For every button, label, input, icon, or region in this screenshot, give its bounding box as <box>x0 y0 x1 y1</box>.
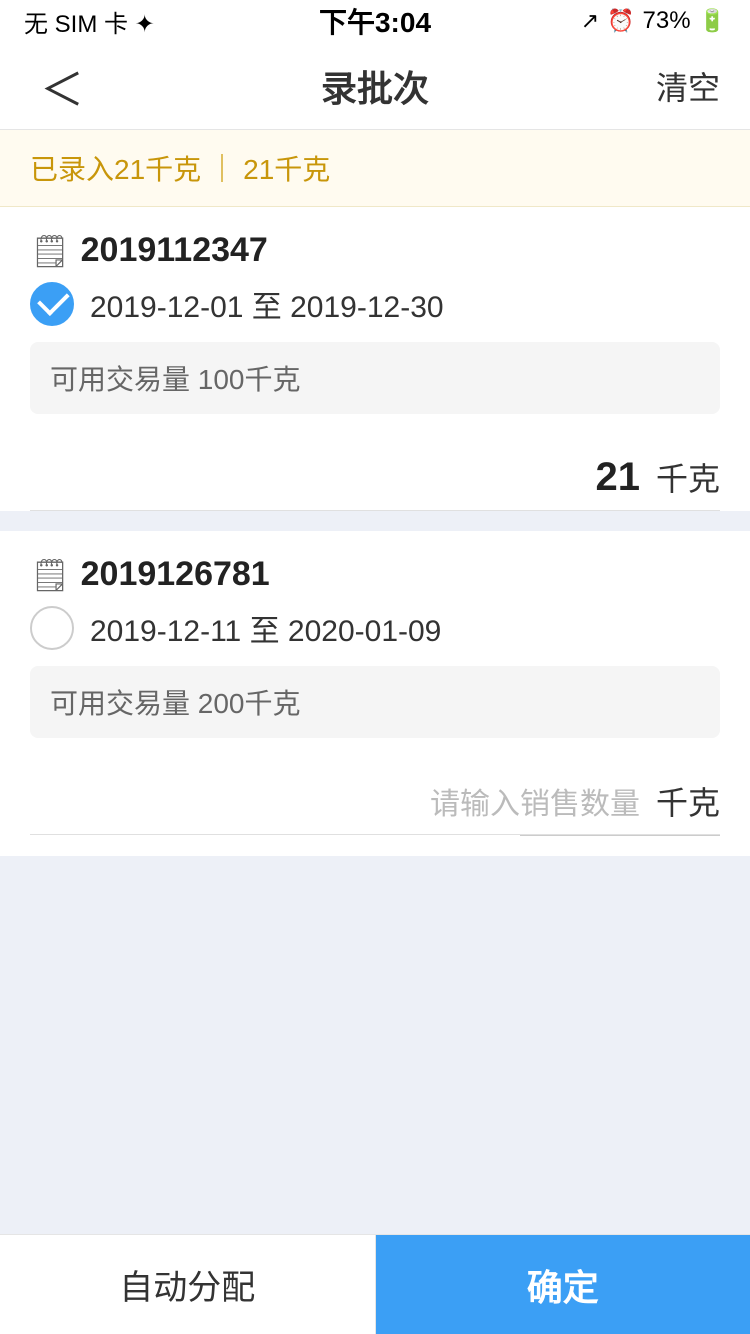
nav-bar: ＜ 录批次 清空 <box>0 42 750 130</box>
sim-status: 无 SIM 卡 ✦ <box>24 4 155 39</box>
batch-checkbox-2[interactable] <box>30 606 74 650</box>
recorded-label: 已录入21千克 <box>30 148 201 188</box>
batch-quantity-row-1: 千克 <box>30 434 720 511</box>
batch-avail-wrapper-1: 可用交易量 100千克 <box>30 342 720 414</box>
status-bar-right: ↗ ⏰ 73% 🔋 <box>581 7 726 35</box>
batch-date-row-2: 2019-12-11 至 2020-01-09 <box>30 606 720 650</box>
footer: 自动分配 确定 <box>0 1234 750 1334</box>
info-divider <box>221 154 223 182</box>
back-button[interactable]: ＜ <box>30 44 94 128</box>
batch-avail-2: 可用交易量 200千克 <box>30 666 720 738</box>
alarm-icon: ⏰ <box>607 8 634 34</box>
batch-doc-icon-1: 🗒 <box>30 232 71 270</box>
batch-card-1: 🗒 2019112347 2019-12-01 至 2019-12-30 可用交… <box>0 207 750 511</box>
auto-distribute-button[interactable]: 自动分配 <box>0 1235 376 1334</box>
battery-icon: 🔋 <box>699 8 726 34</box>
batch-header-2: 🗒 2019126781 <box>30 555 720 594</box>
batch-avail-wrapper-2: 可用交易量 200千克 <box>30 666 720 738</box>
batch-checkbox-1[interactable] <box>30 282 74 326</box>
page-title: 录批次 <box>321 60 429 112</box>
batch-avail-1: 可用交易量 100千克 <box>30 342 720 414</box>
recorded-value: 21千克 <box>243 148 330 188</box>
batch-qty-unit-2: 千克 <box>656 778 720 824</box>
batch-header-1: 🗒 2019112347 <box>30 231 720 270</box>
batch-date-1: 2019-12-01 至 2019-12-30 <box>90 282 444 326</box>
confirm-button[interactable]: 确定 <box>376 1235 750 1334</box>
clear-button[interactable]: 清空 <box>656 63 720 109</box>
batch-qty-input-1[interactable] <box>520 455 640 500</box>
status-bar: 无 SIM 卡 ✦ 下午3:04 ↗ ⏰ 73% 🔋 <box>0 0 750 42</box>
location-icon: ↗ <box>581 8 599 34</box>
status-bar-time: 下午3:04 <box>319 1 431 41</box>
batch-doc-icon-2: 🗒 <box>30 556 71 594</box>
info-banner: 已录入21千克 21千克 <box>0 130 750 207</box>
batch-date-2: 2019-12-11 至 2020-01-09 <box>90 606 441 650</box>
batch-id-1: 2019112347 <box>81 231 268 270</box>
batch-quantity-row-2: 请输入销售数量 千克 <box>30 758 720 835</box>
battery-label: 73% <box>643 7 691 35</box>
batch-qty-unit-1: 千克 <box>656 454 720 500</box>
card-separator <box>0 511 750 531</box>
batch-card-2: 🗒 2019126781 2019-12-11 至 2020-01-09 可用交… <box>0 531 750 856</box>
status-bar-left: 无 SIM 卡 ✦ <box>24 4 155 39</box>
batch-date-row-1: 2019-12-01 至 2019-12-30 <box>30 282 720 326</box>
batch-qty-placeholder-2: 请输入销售数量 <box>30 779 640 823</box>
batch-id-2: 2019126781 <box>81 555 270 594</box>
